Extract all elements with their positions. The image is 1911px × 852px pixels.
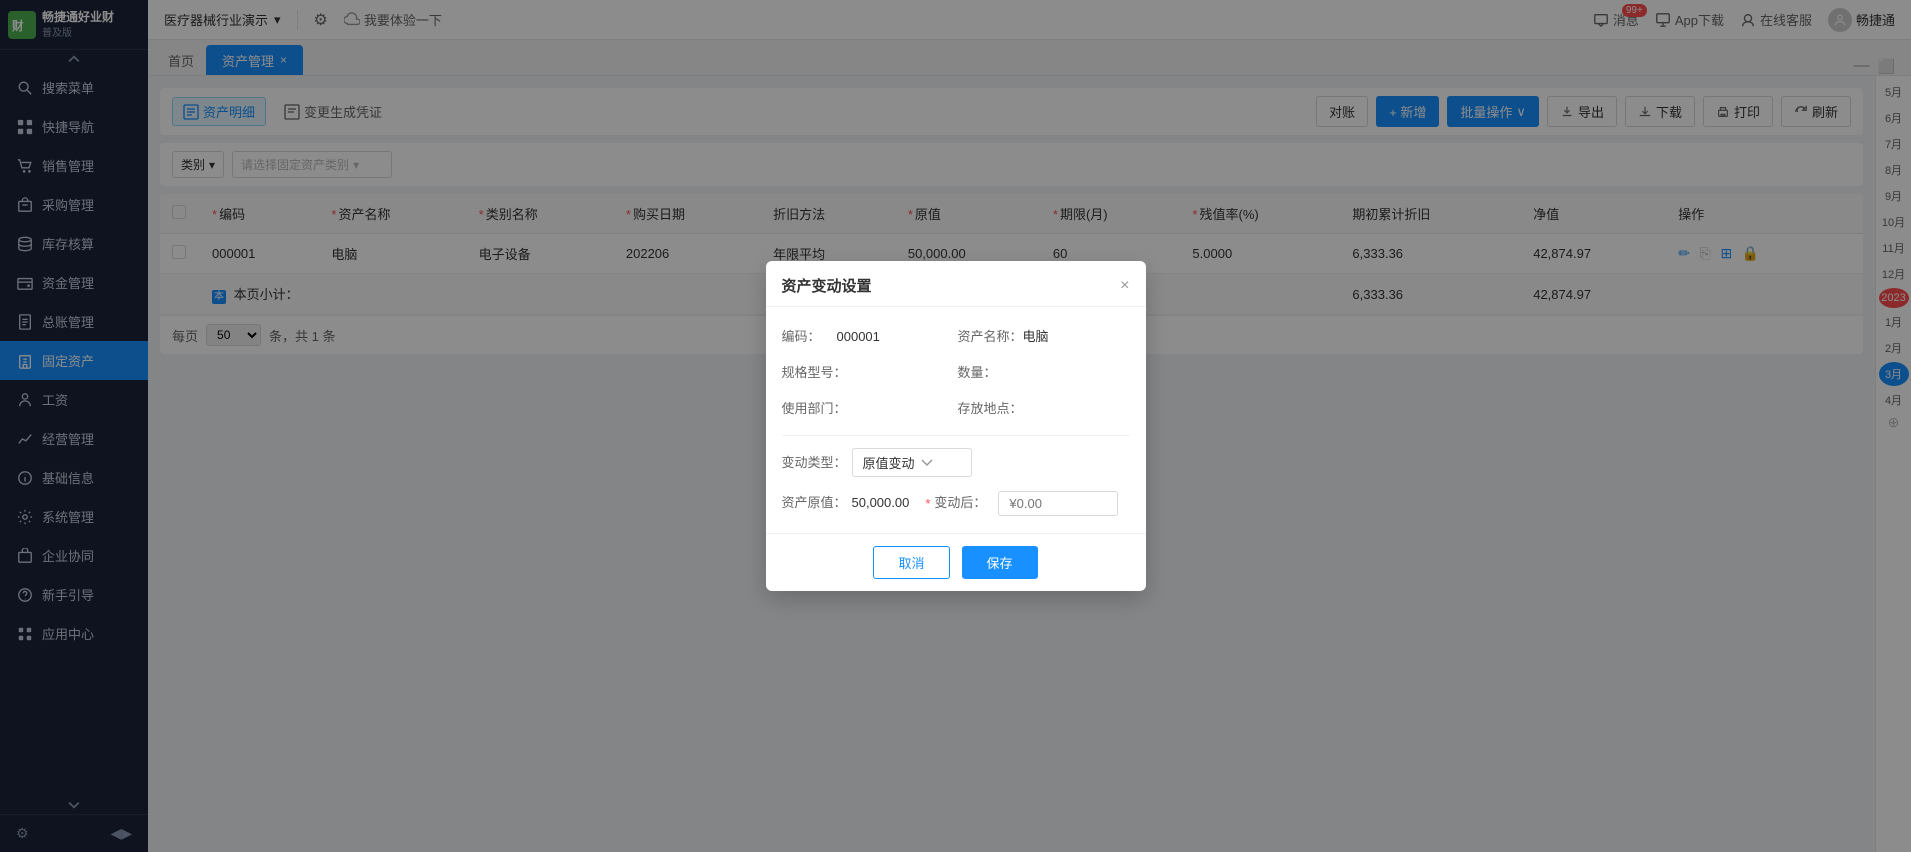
- modal-row-3: 使用部门： 存放地点：: [782, 395, 1130, 423]
- modal-body: 编码： 000001 资产名称： 电脑 规格型号： 数量：: [766, 307, 1146, 533]
- location-field-group: 存放地点：: [958, 395, 1130, 423]
- after-value-input[interactable]: [998, 491, 1118, 516]
- save-label: 保存: [987, 556, 1013, 571]
- modal-close-button[interactable]: ×: [1120, 277, 1129, 295]
- name-field-group: 资产名称： 电脑: [958, 323, 1130, 351]
- cancel-button[interactable]: 取消: [873, 546, 949, 579]
- modal-overlay: 资产变动设置 × 编码： 000001 资产名称： 电脑 规格型号：: [0, 0, 1911, 852]
- after-label: 变动后：: [934, 489, 994, 517]
- code-value: 000001: [837, 323, 880, 351]
- save-button[interactable]: 保存: [962, 546, 1038, 579]
- modal-header: 资产变动设置 ×: [766, 261, 1146, 307]
- location-label: 存放地点：: [958, 395, 1023, 423]
- asset-name-label: 资产名称：: [958, 323, 1023, 351]
- cancel-label: 取消: [898, 556, 924, 571]
- change-type-chevron-icon: [921, 457, 933, 469]
- modal-row-2: 规格型号： 数量：: [782, 359, 1130, 387]
- change-type-row: 变动类型： 原值变动: [782, 448, 1130, 477]
- value-row: 资产原值： 50,000.00 * 变动后：: [782, 489, 1130, 517]
- after-value-group: * 变动后：: [925, 489, 1118, 517]
- spec-label: 规格型号：: [782, 359, 847, 387]
- change-type-label: 变动类型：: [782, 449, 852, 477]
- dept-label: 使用部门：: [782, 395, 847, 423]
- asset-value: 50,000.00: [852, 489, 910, 517]
- asset-value-label: 资产原值：: [782, 489, 852, 517]
- modal-footer: 取消 保存: [766, 533, 1146, 591]
- modal-row-1: 编码： 000001 资产名称： 电脑: [782, 323, 1130, 351]
- quantity-label: 数量：: [958, 359, 1013, 387]
- quantity-field-group: 数量：: [958, 359, 1130, 387]
- change-type-select[interactable]: 原值变动: [852, 448, 972, 477]
- asset-change-modal: 资产变动设置 × 编码： 000001 资产名称： 电脑 规格型号：: [766, 261, 1146, 591]
- asset-value-group: 资产原值： 50,000.00: [782, 489, 910, 517]
- spec-field-group: 规格型号：: [782, 359, 954, 387]
- modal-title: 资产变动设置: [782, 275, 872, 296]
- required-star-icon: *: [925, 496, 930, 511]
- code-field-group: 编码： 000001: [782, 323, 954, 351]
- code-label: 编码：: [782, 323, 837, 351]
- change-type-value: 原值变动: [863, 453, 915, 472]
- dept-field-group: 使用部门：: [782, 395, 954, 423]
- asset-name-value: 电脑: [1023, 323, 1049, 351]
- modal-divider: [782, 435, 1130, 436]
